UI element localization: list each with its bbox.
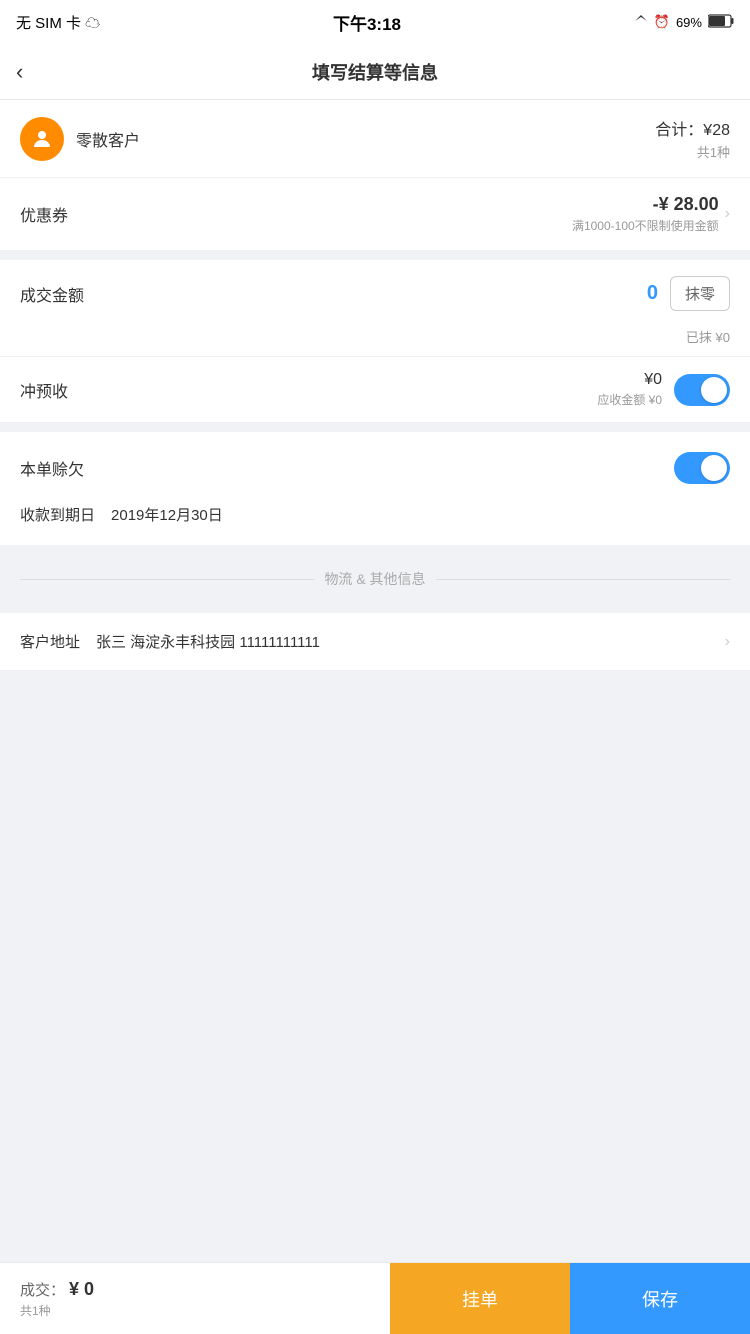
deal-right: 0 抹零 [647, 276, 730, 311]
bottom-deal: 成交： ¥ 0 [20, 1279, 370, 1300]
customer-row: 零散客户 合计：¥28 共1种 [0, 100, 750, 177]
save-button[interactable]: 保存 [570, 1263, 750, 1334]
customer-avatar [20, 117, 64, 161]
coupon-label: 优惠券 [20, 202, 68, 226]
customer-left: 零散客户 [20, 117, 140, 161]
debt-section: 本单赊欠 收款到期日 2019年12月30日 [0, 432, 750, 545]
due-date-row: 收款到期日 2019年12月30日 [0, 504, 750, 545]
debt-row: 本单赊欠 [0, 432, 750, 504]
battery-text: 69% [676, 15, 702, 30]
debt-label: 本单赊欠 [20, 456, 84, 480]
address-label: 客户地址 [20, 631, 80, 652]
status-bar: 无 SIM 卡 ☁ 下午3:18 ⏰ 69% [0, 0, 750, 44]
deal-sub-text: 已抹 ¥0 [0, 327, 750, 356]
nav-title: 填写结算等信息 [312, 59, 438, 85]
prepay-label: 冲预收 [20, 378, 68, 402]
status-right: ⏰ 69% [634, 14, 734, 31]
bottom-bar: 成交： ¥ 0 共1种 挂单 保存 [0, 1262, 750, 1334]
customer-card: 零散客户 合计：¥28 共1种 优惠券 -¥ 28.00 满1000-100不限… [0, 100, 750, 250]
address-section: 客户地址 张三 海淀永丰科技园 11111111111 › [0, 613, 750, 670]
coupon-row[interactable]: 优惠券 -¥ 28.00 满1000-100不限制使用金额 › [0, 177, 750, 250]
deal-amount-label: 成交金额 [20, 282, 84, 306]
prepay-row: 冲预收 ¥0 应收金额 ¥0 [0, 356, 750, 422]
customer-right: 合计：¥28 共1种 [655, 116, 730, 161]
coupon-right: -¥ 28.00 满1000-100不限制使用金额 › [572, 194, 730, 234]
due-date-label: 收款到期日 [20, 504, 95, 525]
back-button[interactable]: ‹ [16, 59, 23, 85]
coupon-desc: 满1000-100不限制使用金额 [572, 217, 719, 234]
logistics-header: 物流 & 其他信息 [0, 555, 750, 603]
prepay-receivable: 应收金额 ¥0 [597, 391, 662, 408]
total-amount: 合计：¥28 [655, 116, 730, 140]
bottom-info: 成交： ¥ 0 共1种 [0, 1279, 390, 1319]
nav-bar: ‹ 填写结算等信息 [0, 44, 750, 100]
bottom-count: 共1种 [20, 1302, 370, 1319]
debt-toggle[interactable] [674, 452, 730, 484]
logistics-divider-right [436, 579, 730, 580]
battery-icon [708, 14, 734, 31]
content: 零散客户 合计：¥28 共1种 优惠券 -¥ 28.00 满1000-100不限… [0, 100, 750, 760]
deal-amount-row: 成交金额 0 抹零 [0, 260, 750, 327]
alarm-icon: ⏰ [654, 14, 670, 30]
coupon-discount: -¥ 28.00 [572, 194, 719, 215]
prepay-values: ¥0 应收金额 ¥0 [597, 371, 662, 408]
total-count: 共1种 [655, 142, 730, 161]
bottom-deal-amount: ¥ 0 [69, 1279, 94, 1300]
logistics-divider-left [20, 579, 314, 580]
prepay-amount: ¥0 [597, 371, 662, 389]
customer-name: 零散客户 [76, 127, 140, 151]
address-row[interactable]: 客户地址 张三 海淀永丰科技园 11111111111 › [0, 613, 750, 670]
deal-amount-value: 0 [647, 282, 658, 305]
status-left: 无 SIM 卡 ☁ [16, 12, 100, 33]
sim-status: 无 SIM 卡 ☁ [16, 12, 100, 33]
round-off-button[interactable]: 抹零 [670, 276, 730, 311]
due-date-value: 2019年12月30日 [111, 504, 223, 525]
location-icon [634, 14, 648, 31]
logistics-section: 物流 & 其他信息 [0, 555, 750, 603]
coupon-chevron-icon: › [725, 205, 730, 223]
pending-button[interactable]: 挂单 [390, 1263, 570, 1334]
amount-section: 成交金额 0 抹零 已抹 ¥0 冲预收 ¥0 应收金额 ¥0 [0, 260, 750, 422]
status-time: 下午3:18 [333, 10, 401, 35]
address-value: 张三 海淀永丰科技园 11111111111 [96, 631, 725, 652]
address-chevron-icon: › [725, 633, 730, 651]
bottom-deal-label: 成交： [20, 1279, 65, 1300]
logistics-label: 物流 & 其他信息 [324, 569, 425, 589]
prepay-toggle[interactable] [674, 374, 730, 406]
prepay-right: ¥0 应收金额 ¥0 [597, 371, 730, 408]
